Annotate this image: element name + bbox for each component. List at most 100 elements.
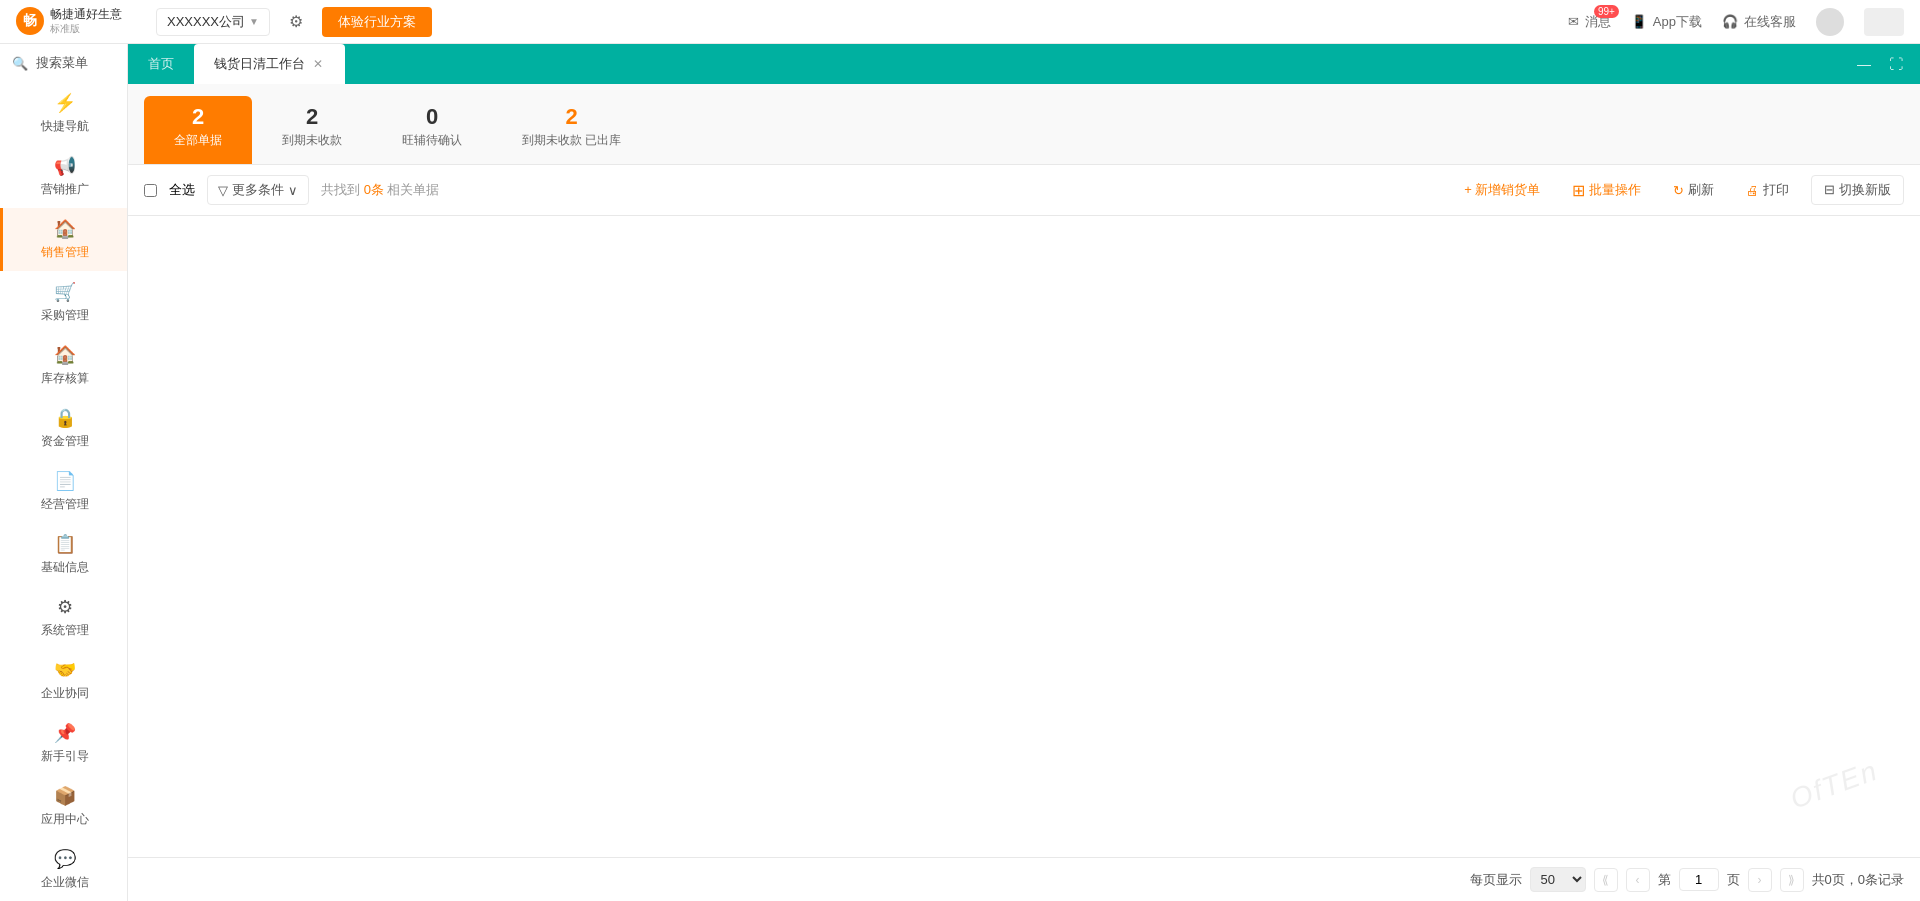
sidebar-label-app-center: 应用中心 <box>41 811 89 828</box>
trial-button[interactable]: 体验行业方案 <box>322 7 432 37</box>
filter-label: 更多条件 <box>232 181 284 199</box>
sidebar-item-system[interactable]: ⚙ 系统管理 <box>0 586 127 649</box>
stat-num-all: 2 <box>192 104 204 130</box>
online-service-action[interactable]: 🎧 在线客服 <box>1722 13 1796 31</box>
per-page-select[interactable]: 50 100 200 <box>1530 867 1586 892</box>
tab-bar: 首页 钱货日清工作台 ✕ — ⛶ <box>128 44 1920 84</box>
sidebar-item-quick-nav[interactable]: ⚡ 快捷导航 <box>0 82 127 145</box>
print-label: 打印 <box>1763 181 1789 199</box>
finance-icon: 🔒 <box>54 407 76 429</box>
sidebar-item-wechat[interactable]: 💬 企业微信 <box>0 838 127 901</box>
sidebar-label-base-info: 基础信息 <box>41 559 89 576</box>
tab-home[interactable]: 首页 <box>128 44 194 84</box>
stat-tab-overdue-out[interactable]: 2 到期未收款 已出库 <box>492 96 651 164</box>
sidebar-item-guide[interactable]: 📌 新手引导 <box>0 712 127 775</box>
guide-icon: 📌 <box>54 722 76 744</box>
content-area: 首页 钱货日清工作台 ✕ — ⛶ 2 全部单据 2 到期未收款 <box>128 44 1920 901</box>
operations-icon: 📄 <box>54 470 76 492</box>
found-text: 共找到 0条 相关单据 <box>321 181 439 199</box>
sidebar-item-sales[interactable]: 🏠 销售管理 <box>0 208 127 271</box>
sidebar-label-marketing: 营销推广 <box>41 181 89 198</box>
main-wrapper: 🔍 搜索菜单 ⚡ 快捷导航 📢 营销推广 🏠 销售管理 🛒 采购管理 🏠 库存核… <box>0 44 1920 901</box>
stats-tabs: 2 全部单据 2 到期未收款 0 旺辅待确认 2 到期未收款 已出库 <box>128 84 1920 165</box>
headset-icon: 🎧 <box>1722 14 1738 29</box>
page-suffix: 页 <box>1727 871 1740 889</box>
sidebar-item-marketing[interactable]: 📢 营销推广 <box>0 145 127 208</box>
sidebar-item-enterprise[interactable]: 🤝 企业协同 <box>0 649 127 712</box>
sidebar-label-purchase: 采购管理 <box>41 307 89 324</box>
purchase-icon: 🛒 <box>54 281 76 303</box>
tab-maximize-icon[interactable]: ⛶ <box>1884 52 1908 76</box>
stat-tab-all[interactable]: 2 全部单据 <box>144 96 252 164</box>
stat-num-overdue: 2 <box>306 104 318 130</box>
company-name: XXXXXX公司 <box>167 13 245 31</box>
sidebar-item-inventory[interactable]: 🏠 库存核算 <box>0 334 127 397</box>
select-all-checkbox[interactable] <box>144 184 157 197</box>
refresh-button[interactable]: ↻ 刷新 <box>1663 176 1724 204</box>
logo-name: 畅捷通好生意 <box>50 7 122 21</box>
logo-area: 畅 畅捷通好生意 标准版 <box>16 7 144 35</box>
tab-home-label: 首页 <box>148 55 174 73</box>
enterprise-icon: 🤝 <box>54 659 76 681</box>
stat-tab-overdue[interactable]: 2 到期未收款 <box>252 96 372 164</box>
logo-icon: 畅 <box>16 7 44 35</box>
switch-label: 切换新版 <box>1839 182 1891 197</box>
print-button[interactable]: 🖨 打印 <box>1736 176 1799 204</box>
sidebar-label-guide: 新手引导 <box>41 748 89 765</box>
switch-version-button[interactable]: ⊟ 切换新版 <box>1811 175 1904 205</box>
first-page-button[interactable]: ⟪ <box>1594 868 1618 892</box>
stat-num-overdue-out: 2 <box>566 104 578 130</box>
last-page-button[interactable]: ⟫ <box>1780 868 1804 892</box>
switch-icon: ⊟ <box>1824 182 1835 197</box>
quick-nav-icon: ⚡ <box>54 92 76 114</box>
tab-controls: — ⛶ <box>1852 52 1920 76</box>
tab-minimize-icon[interactable]: — <box>1852 52 1876 76</box>
message-badge: 99+ <box>1594 5 1619 18</box>
page-content: 2 全部单据 2 到期未收款 0 旺辅待确认 2 到期未收款 已出库 <box>128 84 1920 901</box>
print-icon: 🖨 <box>1746 183 1759 198</box>
logo-version: 标准版 <box>50 22 122 36</box>
tab-cashflow[interactable]: 钱货日清工作台 ✕ <box>194 44 345 84</box>
sidebar-label-finance: 资金管理 <box>41 433 89 450</box>
table-area <box>128 216 1920 857</box>
filter-button[interactable]: ▽ 更多条件 ∨ <box>207 175 309 205</box>
header-right: ✉ 消息 99+ 📱 App下载 🎧 在线客服 <box>1568 8 1904 36</box>
sidebar-item-purchase[interactable]: 🛒 采购管理 <box>0 271 127 334</box>
pagination: 每页显示 50 100 200 ⟪ ‹ 第 页 › ⟫ 共0页，0条记录 <box>128 857 1920 901</box>
search-icon: 🔍 <box>12 56 28 71</box>
user-name-area[interactable] <box>1864 8 1904 36</box>
top-header: 畅 畅捷通好生意 标准版 XXXXXX公司 ▼ ⚙ 体验行业方案 ✉ 消息 99… <box>0 0 1920 44</box>
sidebar-label-sales: 销售管理 <box>41 244 89 261</box>
sidebar-label-inventory: 库存核算 <box>41 370 89 387</box>
batch-operation-button[interactable]: ⊞ 批量操作 <box>1562 176 1651 205</box>
wechat-icon: 💬 <box>54 848 76 870</box>
company-selector[interactable]: XXXXXX公司 ▼ <box>156 8 270 36</box>
sidebar-item-base-info[interactable]: 📋 基础信息 <box>0 523 127 586</box>
sidebar-label-enterprise: 企业协同 <box>41 685 89 702</box>
sidebar: 🔍 搜索菜单 ⚡ 快捷导航 📢 营销推广 🏠 销售管理 🛒 采购管理 🏠 库存核… <box>0 44 128 901</box>
sales-icon: 🏠 <box>54 218 76 240</box>
stat-label-overdue-out: 到期未收款 已出库 <box>522 132 621 149</box>
app-download-icon: 📱 <box>1631 14 1647 29</box>
sidebar-item-finance[interactable]: 🔒 资金管理 <box>0 397 127 460</box>
next-page-button[interactable]: › <box>1748 868 1772 892</box>
system-icon: ⚙ <box>57 596 73 618</box>
toolbar: 全选 ▽ 更多条件 ∨ 共找到 0条 相关单据 + 新增销货单 ⊞ 批量操作 <box>128 165 1920 216</box>
inventory-icon: 🏠 <box>54 344 76 366</box>
new-sales-button[interactable]: + 新增销货单 <box>1454 176 1550 204</box>
user-avatar[interactable] <box>1816 8 1844 36</box>
sidebar-item-app-center[interactable]: 📦 应用中心 <box>0 775 127 838</box>
tab-close-icon[interactable]: ✕ <box>311 57 325 71</box>
settings-icon[interactable]: ⚙ <box>282 8 310 36</box>
search-menu-label: 搜索菜单 <box>36 54 88 72</box>
message-action[interactable]: ✉ 消息 99+ <box>1568 13 1611 31</box>
stat-tab-wangwang[interactable]: 0 旺辅待确认 <box>372 96 492 164</box>
prev-page-button[interactable]: ‹ <box>1626 868 1650 892</box>
page-number-input[interactable] <box>1679 868 1719 891</box>
page-label: 第 <box>1658 871 1671 889</box>
stat-num-wangwang: 0 <box>426 104 438 130</box>
search-menu[interactable]: 🔍 搜索菜单 <box>0 44 127 82</box>
sidebar-item-operations[interactable]: 📄 经营管理 <box>0 460 127 523</box>
app-download-action[interactable]: 📱 App下载 <box>1631 13 1702 31</box>
filter-icon: ▽ <box>218 183 228 198</box>
